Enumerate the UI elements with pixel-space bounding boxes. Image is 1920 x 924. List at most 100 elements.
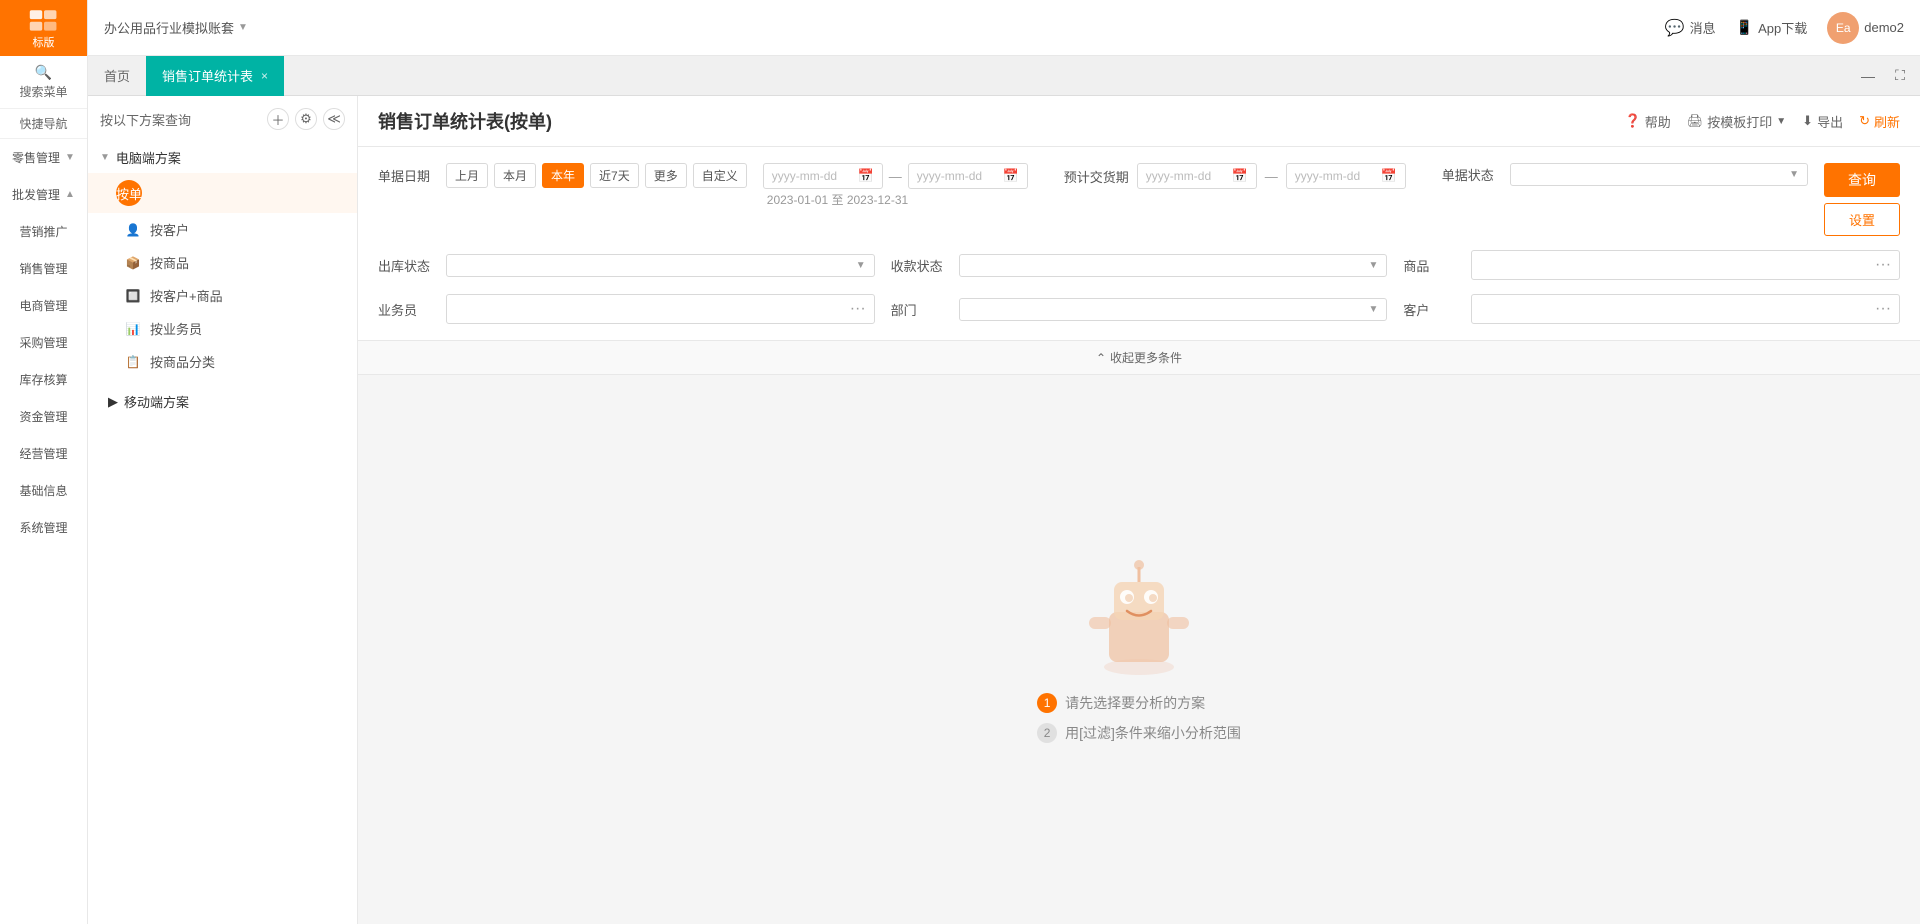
tab-close-icon[interactable]: × [261, 69, 268, 83]
payment-label: 收款状态 [891, 256, 951, 275]
help-icon: ❓ [1625, 113, 1641, 129]
customer-icon: 👤 [124, 221, 142, 239]
message-icon: 💬 [1665, 18, 1685, 38]
category-icon: 📋 [124, 353, 142, 371]
date-start-input[interactable]: yyyy-mm-dd 📅 [763, 163, 883, 189]
company-selector[interactable]: 办公用品行业模拟账套 ▼ [104, 18, 248, 37]
plan-item-by-category[interactable]: 📋 按商品分类 [96, 345, 357, 378]
avatar: Ea [1827, 12, 1859, 44]
date-range-inputs: yyyy-mm-dd 📅 — yyyy-mm-dd 📅 [763, 163, 1028, 189]
sidebar-item-label-basic: 基础信息 [19, 482, 67, 499]
query-btn[interactable]: 查询 [1824, 163, 1900, 197]
dept-select[interactable]: ▼ [959, 298, 1388, 321]
expected-date-end-input[interactable]: yyyy-mm-dd 📅 [1286, 163, 1406, 189]
app-download-label: App下载 [1758, 18, 1807, 37]
page-title: 销售订单统计表(按单) [378, 108, 552, 146]
last-month-btn[interactable]: 上月 [446, 163, 488, 188]
left-panel-icons: ＋ ⚙ ≪ [267, 108, 345, 130]
by-order-text: 按单 [116, 184, 142, 203]
help-btn[interactable]: ❓ 帮助 [1625, 112, 1671, 131]
sidebar-item-wholesale[interactable]: 批发管理 ▲ [0, 176, 87, 213]
last-7-days-btn[interactable]: 近7天 [590, 163, 639, 188]
sidebar-item-marketing[interactable]: 营销推广 [0, 213, 87, 250]
date-separator: — [889, 169, 902, 184]
plan-item-by-goods[interactable]: 📦 按商品 [96, 246, 357, 279]
payment-status-select[interactable]: ▼ [959, 254, 1388, 277]
goods-select[interactable]: ··· [1471, 250, 1900, 280]
customer-select[interactable]: ··· [1471, 294, 1900, 324]
page-title-bar: 销售订单统计表(按单) ❓ 帮助 🖨 按模板打印 ▼ ⬇ 导出 [358, 96, 1920, 147]
plan-item-by-order[interactable]: 按单 [88, 173, 357, 213]
search-menu-item[interactable]: 🔍 搜索菜单 [0, 56, 87, 109]
page-actions: ❓ 帮助 🖨 按模板打印 ▼ ⬇ 导出 ↻ 刷新 [1625, 112, 1900, 143]
sidebar-item-label-ecommerce: 电商管理 [19, 297, 67, 314]
desktop-group-title[interactable]: ▼ 电脑端方案 [88, 142, 357, 173]
hint1-item: 1 请先选择要分析的方案 [1037, 693, 1241, 713]
plan-item-by-customer-goods[interactable]: 🔲 按客户+商品 [96, 279, 357, 312]
left-panel-header: 按以下方案查询 ＋ ⚙ ≪ [88, 108, 357, 138]
collapse-bar[interactable]: ⌃ 收起更多条件 [358, 341, 1920, 375]
customer-label: 客户 [1403, 300, 1463, 319]
mobile-group-label: 移动端方案 [124, 392, 189, 411]
mobile-group-expand-icon: ▶ [108, 394, 118, 410]
template-print-label: 按模板打印 [1707, 112, 1772, 131]
calendar-icon-expected-start: 📅 [1232, 168, 1248, 184]
sidebar-item-purchase[interactable]: 采购管理 [0, 324, 87, 361]
sidebar-item-finance[interactable]: 资金管理 [0, 398, 87, 435]
plan-item-by-salesman[interactable]: 📊 按业务员 [96, 312, 357, 345]
tab-home[interactable]: 首页 [88, 56, 146, 96]
export-label: 导出 [1817, 112, 1843, 131]
sidebar-item-ecommerce[interactable]: 电商管理 [0, 287, 87, 324]
refresh-btn[interactable]: ↻ 刷新 [1859, 112, 1900, 131]
app-subtitle: 标版 [33, 34, 55, 50]
delivery-status-select[interactable]: ▼ [446, 254, 875, 277]
by-customer-label: 按客户 [150, 220, 189, 239]
add-plan-btn[interactable]: ＋ [267, 108, 289, 130]
sidebar-item-system[interactable]: 系统管理 [0, 509, 87, 546]
export-icon: ⬇ [1802, 113, 1813, 129]
quick-nav-item[interactable]: 快捷导航 [0, 109, 87, 139]
expected-start-placeholder: yyyy-mm-dd [1146, 169, 1211, 183]
custom-btn[interactable]: 自定义 [693, 163, 747, 188]
tab-sales-stats[interactable]: 销售订单统计表 × [146, 56, 284, 96]
setting-btn[interactable]: 设置 [1824, 203, 1900, 236]
header-left: 办公用品行业模拟账套 ▼ [104, 18, 248, 37]
app-download-icon: 📱 [1736, 19, 1753, 36]
app-download-btn[interactable]: 📱 App下载 [1736, 18, 1808, 37]
export-btn[interactable]: ⬇ 导出 [1802, 112, 1843, 131]
plan-item-by-customer[interactable]: 👤 按客户 [96, 213, 357, 246]
left-panel: 按以下方案查询 ＋ ⚙ ≪ ▼ 电脑端方案 按单 [88, 96, 358, 924]
template-print-btn[interactable]: 🖨 按模板打印 ▼ [1687, 112, 1786, 131]
user-profile[interactable]: Ea demo2 [1827, 12, 1904, 44]
sidebar-item-inventory[interactable]: 库存核算 [0, 361, 87, 398]
hint2-item: 2 用[过滤]条件来缩小分析范围 [1037, 723, 1241, 743]
this-month-btn[interactable]: 本月 [494, 163, 536, 188]
company-name: 办公用品行业模拟账套 [104, 18, 234, 37]
sidebar-item-operations[interactable]: 经营管理 [0, 435, 87, 472]
by-customer-goods-label: 按客户+商品 [150, 286, 223, 305]
this-year-btn[interactable]: 本年 [542, 163, 584, 188]
group-expand-icon: ▼ [100, 152, 110, 163]
doc-status-select[interactable]: ▼ [1510, 163, 1808, 186]
dept-label: 部门 [891, 300, 951, 319]
salesman-select[interactable]: ··· [446, 294, 875, 324]
collapse-plan-btn[interactable]: ≪ [323, 108, 345, 130]
delivery-label: 出库状态 [378, 256, 438, 275]
sidebar-item-label-purchase: 采购管理 [19, 334, 67, 351]
more-btn[interactable]: 更多 [645, 163, 687, 188]
settings-plan-btn[interactable]: ⚙ [295, 108, 317, 130]
sidebar-item-retail[interactable]: 零售管理 ▼ [0, 139, 87, 176]
tab-minimize-btn[interactable]: — [1856, 64, 1880, 88]
right-panel: 销售订单统计表(按单) ❓ 帮助 🖨 按模板打印 ▼ ⬇ 导出 [358, 96, 1920, 924]
sidebar-item-basic[interactable]: 基础信息 [0, 472, 87, 509]
message-btn[interactable]: 💬 消息 [1665, 18, 1716, 38]
mobile-group-title[interactable]: ▶ 移动端方案 [88, 386, 357, 417]
quick-nav-label: 快捷导航 [19, 117, 67, 131]
date-range-display: 2023-01-01 至 2023-12-31 [767, 191, 1028, 208]
header-right: 💬 消息 📱 App下载 Ea demo2 [1665, 12, 1904, 44]
app-logo[interactable]: 标版 [0, 0, 87, 56]
expected-date-start-input[interactable]: yyyy-mm-dd 📅 [1137, 163, 1257, 189]
tab-maximize-btn[interactable]: ⛶ [1888, 64, 1912, 88]
date-end-input[interactable]: yyyy-mm-dd 📅 [908, 163, 1028, 189]
sidebar-item-sales[interactable]: 销售管理 [0, 250, 87, 287]
